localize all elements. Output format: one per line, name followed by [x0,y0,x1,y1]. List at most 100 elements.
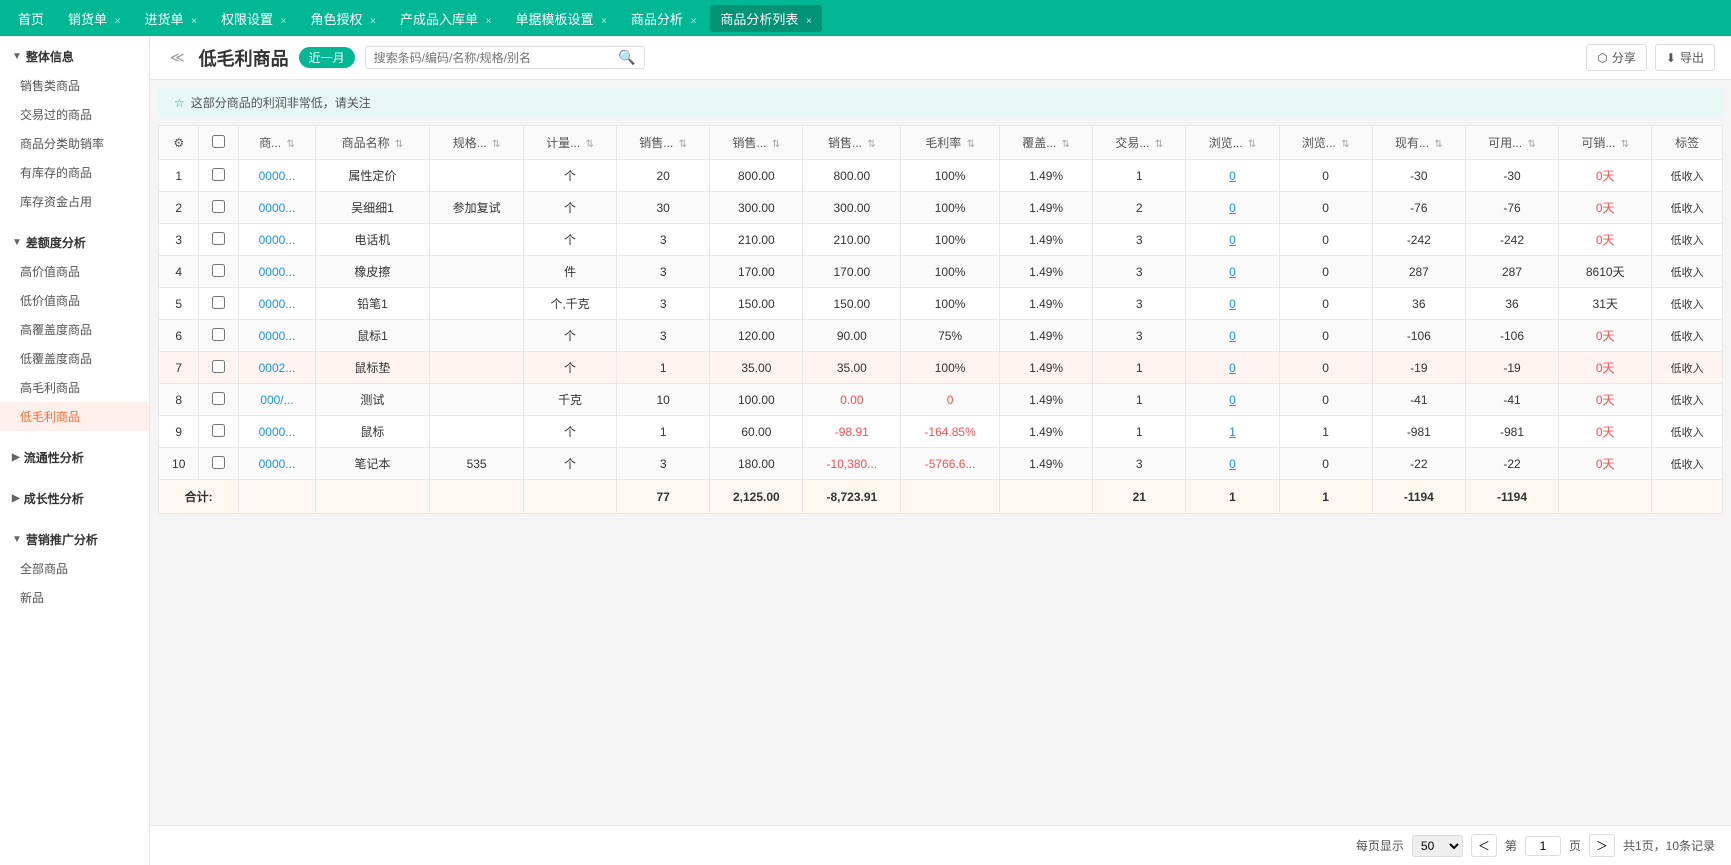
sidebar-group-dimension[interactable]: ▼ 差额度分析 [0,228,149,257]
select-all-checkbox[interactable] [212,135,225,148]
row-unit: 件 [523,256,616,288]
row-sales-price: 170.00 [710,256,803,288]
export-button[interactable]: ⬇ 导出 [1655,44,1715,71]
nav-product-storage[interactable]: 产成品入库单 × [390,5,501,32]
row-checkbox[interactable] [212,424,225,437]
row-checkbox[interactable] [212,392,225,405]
row-view1[interactable]: 0 [1186,256,1279,288]
row-code: 0000... [239,320,315,352]
row-tag: 低收入 [1652,160,1723,192]
row-sellable: 0天 [1559,384,1652,416]
page-title: 低毛利商品 [199,45,289,71]
row-available: -76 [1465,192,1558,224]
row-code: 0000... [239,224,315,256]
row-transaction: 3 [1093,288,1186,320]
row-sales-profit: -98.91 [803,416,901,448]
row-checkbox[interactable] [212,232,225,245]
row-checkbox[interactable] [212,456,225,469]
row-sellable: 0天 [1559,352,1652,384]
row-spec [430,256,524,288]
sidebar-item-category-rate[interactable]: 商品分类助销率 [0,129,149,158]
row-coverage: 1.49% [999,416,1092,448]
nav-template-settings[interactable]: 单据模板设置 × [505,5,616,32]
row-current: -41 [1372,384,1465,416]
nav-sales[interactable]: 销货单 × [58,5,130,32]
header-actions: ⬡ 分享 ⬇ 导出 [1586,44,1715,71]
row-sellable: 0天 [1559,192,1652,224]
sidebar-item-new-products[interactable]: 新品 [0,583,149,612]
row-view1[interactable]: 1 [1186,416,1279,448]
row-gross-rate: 75% [901,320,1000,352]
nav-role-auth[interactable]: 角色授权 × [300,5,385,32]
col-unit: 计量... ⇅ [523,126,616,160]
row-view2: 0 [1279,384,1372,416]
row-sales-profit: -10,380... [803,448,901,480]
row-code: 0000... [239,448,315,480]
col-settings[interactable]: ⚙ [159,126,199,160]
row-checkbox[interactable] [212,328,225,341]
sidebar-item-low-coverage[interactable]: 低覆盖度商品 [0,344,149,373]
sidebar-item-high-margin[interactable]: 高毛利商品 [0,373,149,402]
search-input[interactable] [374,51,619,65]
row-tag: 低收入 [1652,192,1723,224]
sidebar-group-growth[interactable]: ▶ 成长性分析 [0,484,149,513]
row-sales-qty: 10 [617,384,710,416]
sidebar-item-in-stock[interactable]: 有库存的商品 [0,158,149,187]
row-sales-price: 300.00 [710,192,803,224]
row-checkbox[interactable] [212,264,225,277]
sidebar-item-high-value[interactable]: 高价值商品 [0,257,149,286]
row-name: 橡皮擦 [315,256,430,288]
next-page-btn[interactable]: ＞ [1589,834,1615,857]
row-view1[interactable]: 0 [1186,192,1279,224]
sidebar-item-low-value[interactable]: 低价值商品 [0,286,149,315]
row-checkbox[interactable] [212,168,225,181]
nav-product-analysis-list[interactable]: 商品分析列表 × [710,5,821,32]
prev-page-btn[interactable]: ＜ [1471,834,1497,857]
row-name: 铅笔1 [315,288,430,320]
row-gross-rate: 100% [901,224,1000,256]
nav-product-analysis[interactable]: 商品分析 × [621,5,706,32]
sidebar-group-overall[interactable]: ▼ 整体信息 [0,42,149,71]
sidebar-group-circulation[interactable]: ▶ 流通性分析 [0,443,149,472]
row-gross-rate: 100% [901,192,1000,224]
row-gross-rate: 100% [901,256,1000,288]
total-info: 共1页，10条记录 [1623,837,1715,854]
sidebar-item-traded[interactable]: 交易过的商品 [0,100,149,129]
nav-permissions[interactable]: 权限设置 × [211,5,296,32]
sidebar-item-all-products[interactable]: 全部商品 [0,554,149,583]
sidebar-item-low-margin[interactable]: 低毛利商品 [0,402,149,431]
total-view1: 1 [1186,480,1279,514]
page-number-input[interactable] [1525,836,1561,856]
row-view2: 0 [1279,320,1372,352]
row-available: -22 [1465,448,1558,480]
row-gross-rate: 100% [901,288,1000,320]
row-checkbox[interactable] [212,360,225,373]
row-view1[interactable]: 0 [1186,320,1279,352]
row-view1[interactable]: 0 [1186,160,1279,192]
sidebar-item-capital[interactable]: 库存资金占用 [0,187,149,216]
sidebar-collapse-btn[interactable]: ≪ [166,49,189,66]
row-transaction: 1 [1093,352,1186,384]
page-size-select[interactable]: 50 100 200 [1412,835,1463,857]
row-unit: 个 [523,160,616,192]
share-button[interactable]: ⬡ 分享 [1586,44,1647,71]
row-view1[interactable]: 0 [1186,448,1279,480]
row-sales-price: 210.00 [710,224,803,256]
row-transaction: 1 [1093,416,1186,448]
row-checkbox[interactable] [212,296,225,309]
row-view1[interactable]: 0 [1186,384,1279,416]
row-tag: 低收入 [1652,352,1723,384]
table-row: 8 000/... 测试 千克 10 100.00 0.00 0 1.49% 1… [159,384,1723,416]
sidebar-group-marketing[interactable]: ▼ 营销推广分析 [0,525,149,554]
row-view1[interactable]: 0 [1186,224,1279,256]
row-view1[interactable]: 0 [1186,288,1279,320]
sidebar-item-high-coverage[interactable]: 高覆盖度商品 [0,315,149,344]
row-view1[interactable]: 0 [1186,352,1279,384]
export-icon: ⬇ [1666,51,1676,65]
period-button[interactable]: 近一月 [299,47,355,68]
row-code: 0000... [239,160,315,192]
sidebar-item-sales-products[interactable]: 销售类商品 [0,71,149,100]
nav-purchase[interactable]: 进货单 × [135,5,207,32]
nav-home[interactable]: 首页 [8,5,54,32]
row-checkbox[interactable] [212,200,225,213]
